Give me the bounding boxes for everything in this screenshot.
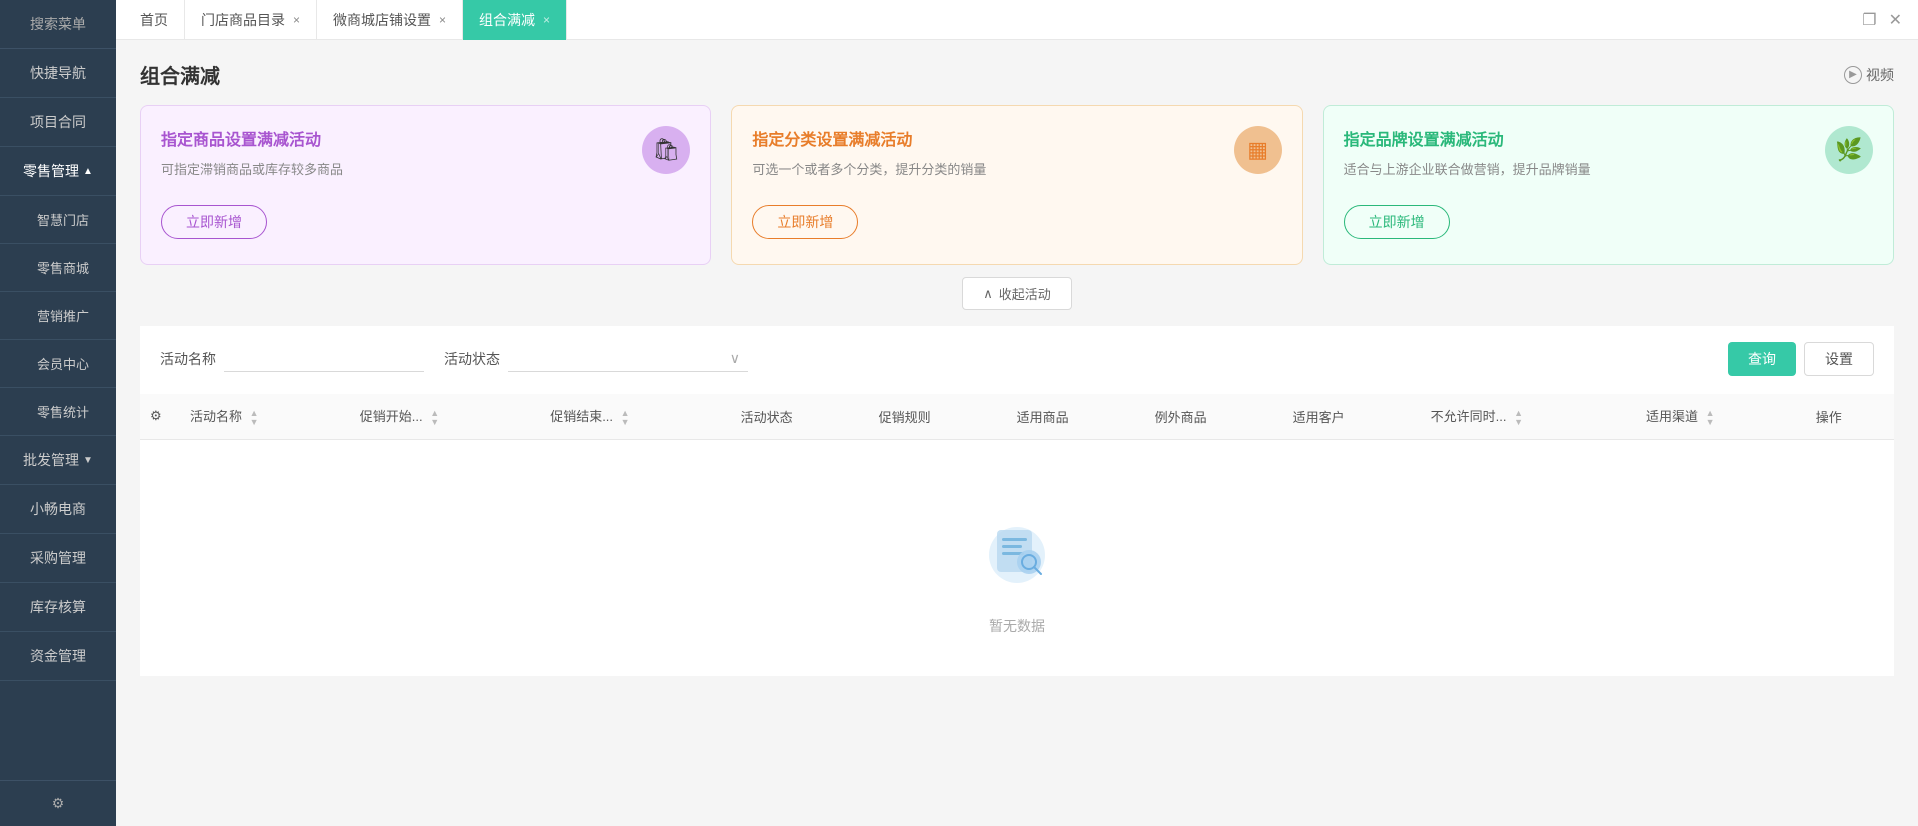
- chevron-up-icon: ∧: [983, 286, 993, 302]
- chevron-down-icon: ▼: [83, 455, 93, 466]
- th-gear[interactable]: ⚙: [140, 394, 180, 439]
- product-card-desc: 可指定滞销商品或库存较多商品: [161, 160, 690, 181]
- th-exception: 例外商品: [1145, 394, 1283, 439]
- sort-channel-icon[interactable]: ▲▼: [1706, 409, 1715, 427]
- category-card-add-btn[interactable]: 立即新增: [752, 205, 858, 239]
- brand-card-add-btn[interactable]: 立即新增: [1344, 205, 1450, 239]
- sidebar-item-xichang-ec[interactable]: 小畅电商: [0, 485, 116, 534]
- sort-start-icon[interactable]: ▲▼: [430, 409, 439, 427]
- category-card-desc: 可选一个或者多个分类，提升分类的销量: [752, 160, 1281, 181]
- filter-name-label: 活动名称: [160, 349, 216, 369]
- query-btn[interactable]: 查询: [1728, 342, 1796, 376]
- brand-activity-card: 🌿 指定品牌设置满减活动 适合与上游企业联合做营销，提升品牌销量 立即新增: [1323, 105, 1894, 265]
- sidebar-item-quick-nav[interactable]: 快捷导航: [0, 49, 116, 98]
- th-action: 操作: [1806, 394, 1894, 439]
- brand-card-icon: 🌿: [1825, 126, 1873, 174]
- th-start-label: 促销开始...: [360, 409, 423, 424]
- filter-name-field: 活动名称: [160, 347, 424, 372]
- main-area: 首页 门店商品目录 × 微商城店铺设置 × 组合满减 × ❐ ✕ 组合满减 ▶ …: [116, 0, 1918, 826]
- collapse-activities-btn[interactable]: ∧ 收起活动: [962, 277, 1072, 310]
- chevron-up-icon: ▲: [83, 166, 93, 177]
- filter-status-label: 活动状态: [444, 349, 500, 369]
- settings-btn[interactable]: 设置: [1804, 342, 1874, 376]
- brand-card-desc: 适合与上游企业联合做营销，提升品牌销量: [1344, 160, 1873, 181]
- sidebar-item-finance[interactable]: 资金管理: [0, 632, 116, 681]
- product-card-add-btn[interactable]: 立即新增: [161, 205, 267, 239]
- tab-combo-discount[interactable]: 组合满减 ×: [463, 0, 567, 40]
- activity-cards: 🛍 指定商品设置满减活动 可指定滞销商品或库存较多商品 立即新增 ▦ 指定分类设…: [140, 105, 1894, 265]
- sidebar-item-marketing[interactable]: 营销推广: [0, 292, 116, 340]
- product-activity-card: 🛍 指定商品设置满减活动 可指定滞销商品或库存较多商品 立即新增: [140, 105, 711, 265]
- sidebar-item-purchase-mgmt[interactable]: 采购管理: [0, 534, 116, 583]
- th-customer: 适用客户: [1283, 394, 1421, 439]
- window-controls: ❐ ✕: [1854, 10, 1910, 30]
- th-goods: 适用商品: [1007, 394, 1145, 439]
- sidebar-settings-btn[interactable]: ⚙: [0, 780, 116, 826]
- filter-name-input[interactable]: [224, 347, 424, 372]
- content-area: 组合满减 ▶ 视频 🛍 指定商品设置满减活动 可指定滞销商品或库存较多商品 立即…: [116, 40, 1918, 826]
- category-card-title: 指定分类设置满减活动: [752, 126, 1281, 150]
- product-card-title: 指定商品设置满减活动: [161, 126, 690, 150]
- category-card-icon: ▦: [1234, 126, 1282, 174]
- sort-end-icon[interactable]: ▲▼: [621, 409, 630, 427]
- category-activity-card: ▦ 指定分类设置满减活动 可选一个或者多个分类，提升分类的销量 立即新增: [731, 105, 1302, 265]
- sidebar-item-wholesale-mgmt[interactable]: 批发管理 ▼: [0, 436, 116, 485]
- th-end: 促销结束... ▲▼: [540, 394, 730, 439]
- sort-exclusive-icon[interactable]: ▲▼: [1514, 409, 1523, 427]
- filter-actions: 查询 设置: [1728, 342, 1874, 376]
- brand-card-title: 指定品牌设置满减活动: [1344, 126, 1873, 150]
- activities-table: ⚙ 活动名称 ▲▼ 促销开始... ▲▼ 促销结束: [140, 394, 1894, 676]
- tab-store-catalog[interactable]: 门店商品目录 ×: [185, 0, 317, 40]
- th-end-label: 促销结束...: [550, 409, 613, 424]
- sidebar-item-retail-mall[interactable]: 零售商城: [0, 244, 116, 292]
- empty-state: 暂无数据: [140, 440, 1894, 676]
- th-status: 活动状态: [731, 394, 869, 439]
- empty-icon: [967, 500, 1067, 600]
- filter-table-container: 活动名称 活动状态 ∨ 查询 设置: [140, 326, 1894, 676]
- filter-section: 活动名称 活动状态 ∨ 查询 设置: [140, 326, 1894, 392]
- th-name: 活动名称 ▲▼: [180, 394, 350, 439]
- sidebar-item-project-contract[interactable]: 项目合同: [0, 98, 116, 147]
- sidebar-search[interactable]: 搜索菜单: [0, 0, 116, 49]
- video-link[interactable]: ▶ 视频: [1844, 65, 1894, 85]
- tab-home[interactable]: 首页: [124, 0, 185, 40]
- sidebar-item-inventory[interactable]: 库存核算: [0, 583, 116, 632]
- sidebar: 搜索菜单 快捷导航 项目合同 零售管理 ▲ 智慧门店 零售商城 营销推广 会员中…: [0, 0, 116, 826]
- table-section: ⚙ 活动名称 ▲▼ 促销开始... ▲▼ 促销结束: [140, 394, 1894, 676]
- resize-icon[interactable]: ❐: [1862, 10, 1876, 30]
- table-wrapper: ⚙ 活动名称 ▲▼ 促销开始... ▲▼ 促销结束: [140, 394, 1894, 676]
- sidebar-item-smart-store[interactable]: 智慧门店: [0, 196, 116, 244]
- filter-status-field: 活动状态 ∨: [444, 346, 748, 372]
- collapse-bar: ∧ 收起活动: [140, 277, 1894, 310]
- sidebar-item-retail-management[interactable]: 零售管理 ▲: [0, 147, 116, 196]
- tab-bar: 首页 门店商品目录 × 微商城店铺设置 × 组合满减 × ❐ ✕: [116, 0, 1918, 40]
- close-wechat-store-icon[interactable]: ×: [439, 13, 446, 27]
- play-icon: ▶: [1844, 66, 1862, 84]
- page-header: 组合满减 ▶ 视频: [140, 60, 1894, 89]
- dropdown-icon: ∨: [730, 350, 740, 367]
- filter-status-select[interactable]: ∨: [508, 346, 748, 372]
- close-combo-discount-icon[interactable]: ×: [543, 13, 550, 27]
- sidebar-item-retail-stats[interactable]: 零售统计: [0, 388, 116, 436]
- th-exclusive: 不允许同时... ▲▼: [1421, 394, 1636, 439]
- close-icon[interactable]: ✕: [1889, 10, 1902, 30]
- sidebar-item-member-center[interactable]: 会员中心: [0, 340, 116, 388]
- th-start: 促销开始... ▲▼: [350, 394, 540, 439]
- th-channel: 适用渠道 ▲▼: [1636, 394, 1806, 439]
- th-channel-label: 适用渠道: [1646, 409, 1698, 424]
- product-card-icon: 🛍: [642, 126, 690, 174]
- th-exclusive-label: 不允许同时...: [1431, 409, 1507, 424]
- th-name-label: 活动名称: [190, 409, 242, 424]
- tab-wechat-store[interactable]: 微商城店铺设置 ×: [317, 0, 463, 40]
- empty-text: 暂无数据: [989, 616, 1045, 636]
- close-store-catalog-icon[interactable]: ×: [293, 13, 300, 27]
- page-title: 组合满减: [140, 60, 220, 89]
- th-rule: 促销规则: [869, 394, 1007, 439]
- sort-name-icon[interactable]: ▲▼: [250, 409, 259, 427]
